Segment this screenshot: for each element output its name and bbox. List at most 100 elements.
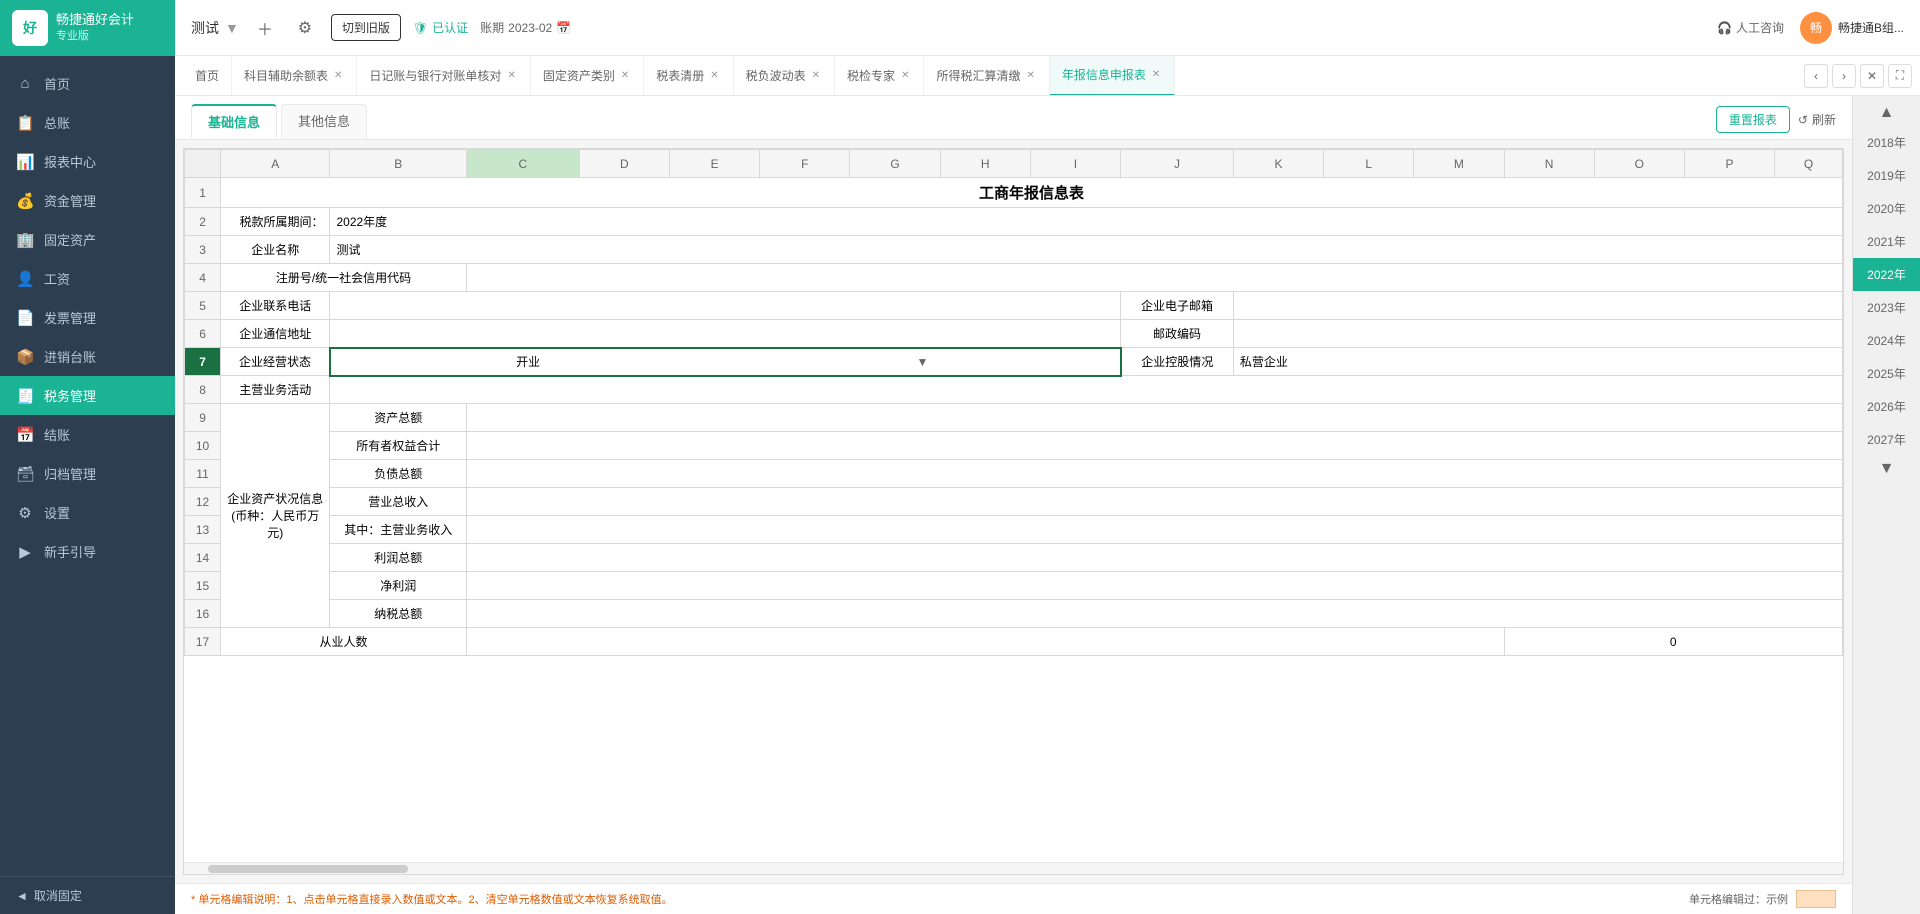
tab-close-btn[interactable]: ✕ (505, 68, 517, 83)
cell-17-n[interactable]: 0 (1504, 628, 1843, 656)
cell-9-c[interactable] (466, 404, 1842, 432)
tab-home[interactable]: 首页 (183, 56, 232, 96)
tab-annual-report[interactable]: 年报信息申报表✕ (1050, 56, 1175, 96)
cell-5-k[interactable] (1233, 292, 1842, 320)
reset-report-btn[interactable]: 重置报表 (1716, 106, 1790, 133)
company-dropdown-icon: ▼ (225, 20, 239, 36)
cell-14-c[interactable] (466, 544, 1842, 572)
company-selector[interactable]: 测试 ▼ (191, 18, 239, 38)
tab-close-btn[interactable]: ✕ (619, 68, 631, 83)
sheet-title-cell[interactable]: 工商年报信息表 (221, 178, 1843, 208)
year-scroll-up-btn[interactable]: ▲ (1879, 104, 1895, 122)
user-menu[interactable]: 畅 畅捷通B组... (1800, 12, 1904, 44)
tab-close-btn[interactable]: ✕ (708, 68, 720, 83)
sidebar-item-settings[interactable]: ⚙设置 (0, 493, 175, 532)
hscroll-thumb[interactable] (208, 865, 408, 873)
row-num-17: 17 (185, 628, 221, 656)
tab-close-btn[interactable]: ✕ (1150, 67, 1162, 82)
cell-16-c[interactable] (466, 600, 1842, 628)
tab-fixed-asset-cat[interactable]: 固定资产类别✕ (531, 56, 644, 96)
sidebar-item-invoice[interactable]: 📄发票管理 (0, 298, 175, 337)
sidebar-item-archive[interactable]: 🗃归档管理 (0, 454, 175, 493)
settings-btn[interactable]: ⚙ (291, 14, 319, 42)
col-header-i: I (1030, 150, 1120, 178)
year-item[interactable]: 2023年 (1853, 291, 1920, 324)
cell-2-b[interactable]: 2022年度 (330, 208, 1843, 236)
period-display[interactable]: 账期 2023-02 📅 (480, 19, 571, 36)
col-header-h: H (940, 150, 1030, 178)
sidebar-item-home[interactable]: ⌂首页 (0, 64, 175, 103)
tab-close-btn[interactable]: ✕ (332, 68, 344, 83)
tab-expand-btn[interactable]: ⛶ (1888, 64, 1912, 88)
tab-income-tax[interactable]: 所得税汇算清缴✕ (924, 56, 1049, 96)
cell-15-b: 净利润 (330, 572, 466, 600)
year-item[interactable]: 2027年 (1853, 423, 1920, 456)
col-header-j: J (1121, 150, 1234, 178)
tab-tax-clear[interactable]: 税表清册✕ (644, 56, 733, 96)
cell-15-c[interactable] (466, 572, 1842, 600)
year-item[interactable]: 2025年 (1853, 357, 1920, 390)
cell-5-b[interactable] (330, 292, 1121, 320)
year-item[interactable]: 2018年 (1853, 126, 1920, 159)
cell-8-b[interactable] (330, 376, 1843, 404)
tab-close-btn[interactable]: ✕ (1024, 68, 1036, 83)
year-item[interactable]: 2019年 (1853, 159, 1920, 192)
cell-6-b[interactable] (330, 320, 1121, 348)
cell-6-k[interactable] (1233, 320, 1842, 348)
tab-close-all-btn[interactable]: ✕ (1860, 64, 1884, 88)
table-row: 6 企业通信地址 邮政编码 (185, 320, 1843, 348)
sidebar-item-close[interactable]: 📅结账 (0, 415, 175, 454)
col-header-q: Q (1775, 150, 1843, 178)
refresh-btn[interactable]: ↺ 刷新 (1798, 111, 1836, 128)
cell-13-c[interactable] (466, 516, 1842, 544)
cell-3-a: 企业名称 (221, 236, 330, 264)
service-btn[interactable]: 🎧 人工咨询 (1717, 19, 1784, 36)
sidebar-item-payroll[interactable]: 👤工资 (0, 259, 175, 298)
cell-12-c[interactable] (466, 488, 1842, 516)
tab-close-btn[interactable]: ✕ (810, 68, 822, 83)
year-item[interactable]: 2020年 (1853, 192, 1920, 225)
cell-7-k[interactable]: 私营企业 (1233, 348, 1842, 376)
sidebar-collapse-btn[interactable]: ◄ 取消固定 (0, 876, 175, 914)
year-item[interactable]: 2021年 (1853, 225, 1920, 258)
sidebar-item-label: 设置 (44, 503, 70, 522)
sidebar-item-guide[interactable]: ▶新手引导 (0, 532, 175, 571)
subtab-other[interactable]: 其他信息 (281, 104, 367, 139)
col-header-l: L (1324, 150, 1414, 178)
year-item[interactable]: 2024年 (1853, 324, 1920, 357)
tab-next-btn[interactable]: › (1832, 64, 1856, 88)
tab-tax-wave[interactable]: 税负波动表✕ (734, 56, 835, 96)
year-item[interactable]: 2022年 (1853, 258, 1920, 291)
tab-prev-btn[interactable]: ‹ (1804, 64, 1828, 88)
sheet-hscroll[interactable] (184, 862, 1843, 874)
cell-2-a[interactable]: 税款所属期间： (221, 208, 330, 236)
sidebar-item-purchase-sale[interactable]: 📦进销台账 (0, 337, 175, 376)
headphone-icon: 🎧 (1717, 21, 1732, 35)
cell-10-c[interactable] (466, 432, 1842, 460)
year-item[interactable]: 2026年 (1853, 390, 1920, 423)
spreadsheet-scroll[interactable]: A B C D E F G H I J K L (184, 149, 1843, 862)
tab-close-btn[interactable]: ✕ (899, 68, 911, 83)
sidebar-item-fixed-asset[interactable]: 🏢固定资产 (0, 220, 175, 259)
cell-3-b[interactable]: 测试 (330, 236, 1843, 264)
cell-7-b-dropdown[interactable]: 开业 ▼ (330, 348, 1121, 376)
tab-tax-expert[interactable]: 税检专家✕ (835, 56, 924, 96)
cell-group-label: 企业资产状况信息(币种：人民币万元) (221, 404, 330, 628)
tab-journal-bank[interactable]: 日记账与银行对账单核对✕ (357, 56, 530, 96)
tab-aux-balance[interactable]: 科目辅助余额表✕ (232, 56, 357, 96)
table-row: 9 企业资产状况信息(币种：人民币万元) 资产总额 (185, 404, 1843, 432)
year-scroll-down-btn[interactable]: ▼ (1879, 460, 1895, 478)
sidebar-item-tax[interactable]: 🧾税务管理 (0, 376, 175, 415)
sidebar-item-ledger[interactable]: 📋总账 (0, 103, 175, 142)
switch-version-btn[interactable]: 切到旧版 (331, 14, 401, 41)
sidebar-item-report[interactable]: 📊报表中心 (0, 142, 175, 181)
subtab-basic[interactable]: 基础信息 (191, 104, 277, 139)
cell-6-a: 企业通信地址 (221, 320, 330, 348)
add-tab-btn[interactable]: ＋ (251, 14, 279, 42)
sidebar-item-label: 总账 (44, 113, 70, 132)
cell-4-a: 注册号/统一社会信用代码 (221, 264, 467, 292)
sidebar-item-fund[interactable]: 💰资金管理 (0, 181, 175, 220)
cell-17-c[interactable] (466, 628, 1504, 656)
cell-4-b[interactable] (466, 264, 1842, 292)
cell-11-c[interactable] (466, 460, 1842, 488)
